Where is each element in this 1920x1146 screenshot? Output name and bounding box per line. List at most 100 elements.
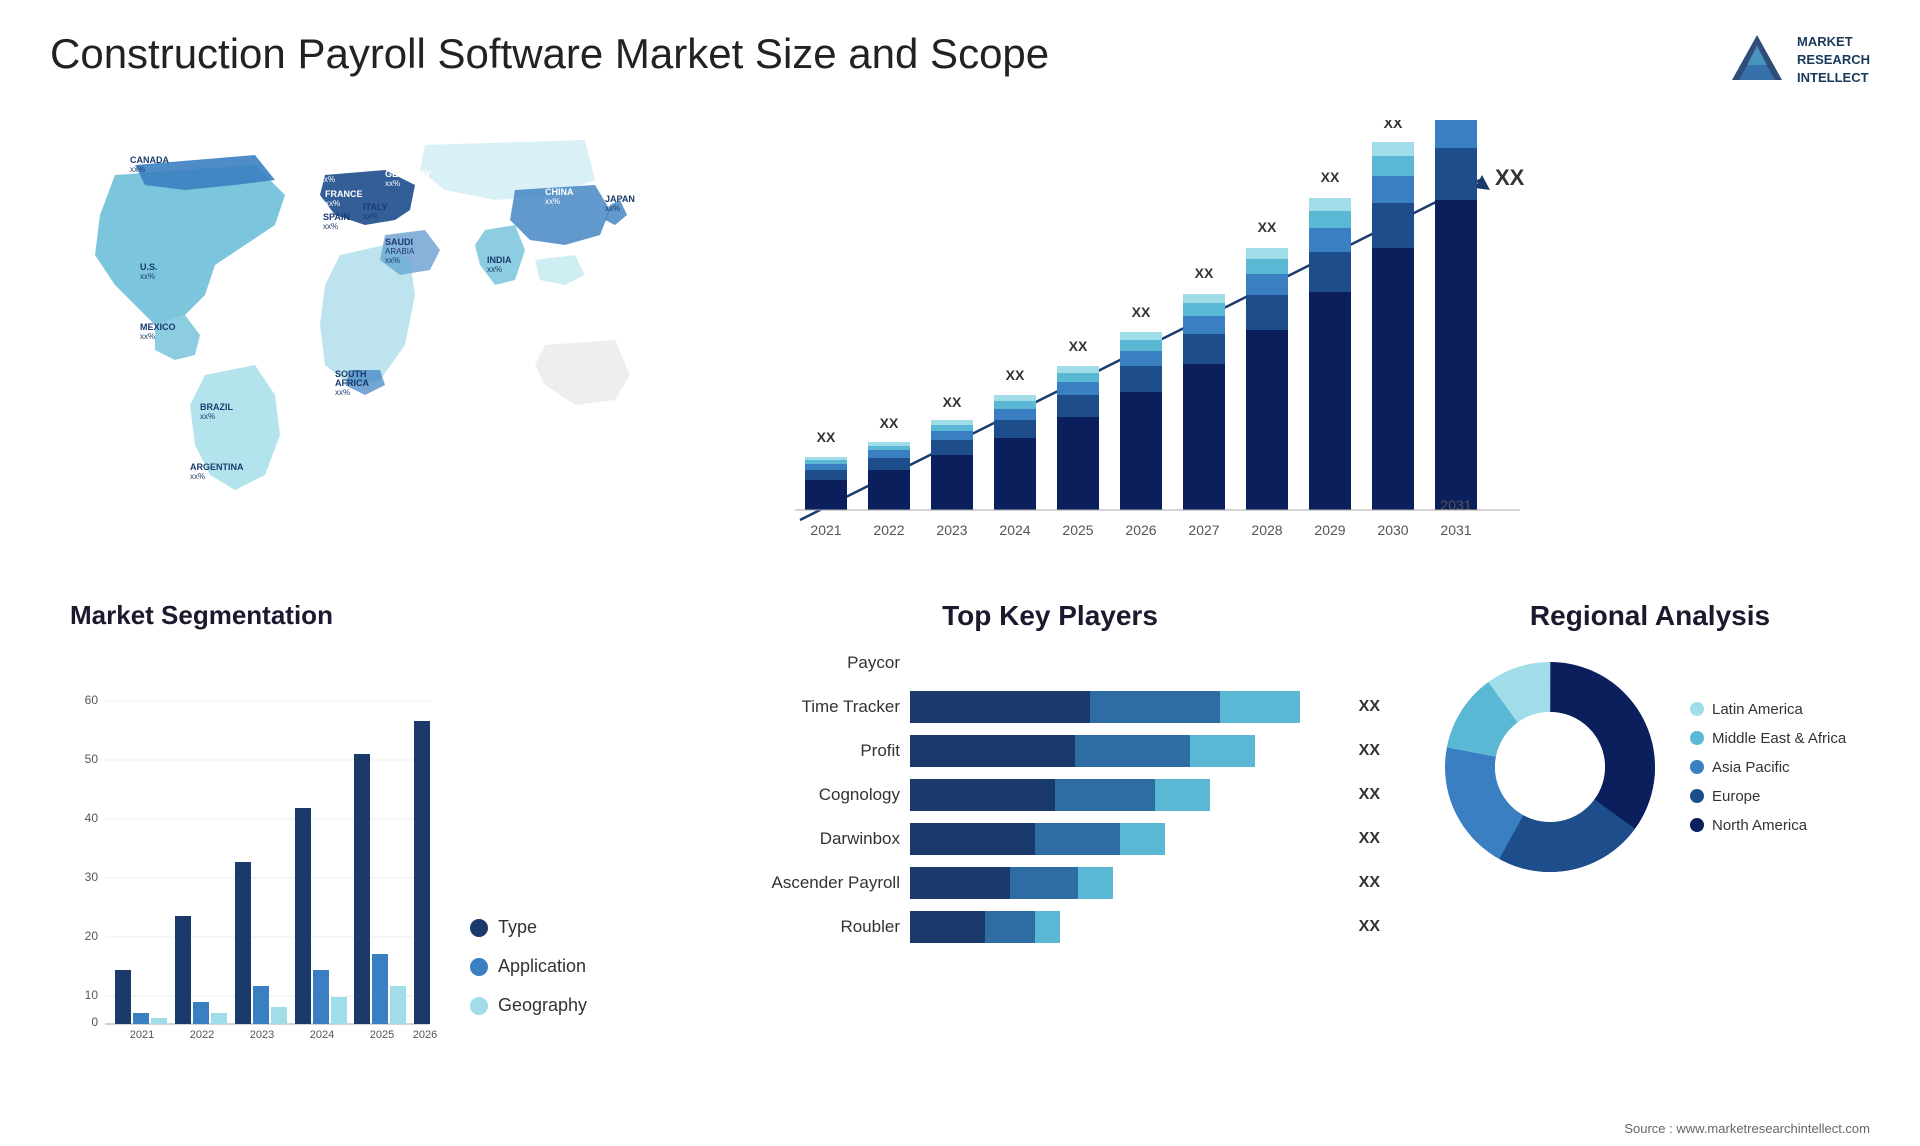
svg-text:CHINA: CHINA xyxy=(545,187,574,197)
player-name: Time Tracker xyxy=(720,697,900,717)
svg-text:SAUDI: SAUDI xyxy=(385,237,413,247)
europe-dot xyxy=(1690,789,1704,803)
bar-seg1 xyxy=(910,867,1010,899)
bar-seg3 xyxy=(1120,823,1165,855)
legend-asia-pacific: Asia Pacific xyxy=(1690,759,1846,776)
player-bar-container xyxy=(910,911,1341,943)
player-xx: XX xyxy=(1359,874,1380,892)
bar-seg3 xyxy=(1035,911,1060,943)
player-bar-container xyxy=(910,647,1380,679)
svg-text:2025: 2025 xyxy=(370,1029,394,1041)
svg-text:2021: 2021 xyxy=(810,522,841,538)
svg-text:BRAZIL: BRAZIL xyxy=(200,402,233,412)
svg-text:XX: XX xyxy=(1132,304,1151,320)
svg-text:SPAIN: SPAIN xyxy=(323,212,350,222)
svg-text:2022: 2022 xyxy=(190,1029,214,1041)
bar-seg1 xyxy=(910,691,1090,723)
world-map-svg: CANADA xx% U.S. xx% MEXICO xx% BRAZIL xx… xyxy=(55,115,675,535)
svg-text:XX: XX xyxy=(1006,367,1025,383)
player-bar xyxy=(910,823,1341,855)
legend-europe: Europe xyxy=(1690,788,1846,805)
svg-text:xx%: xx% xyxy=(325,199,340,208)
seg-chart-svg: 60 50 40 30 20 10 0 xyxy=(70,686,450,1046)
players-list: Paycor Time Tracker XX xyxy=(720,647,1380,943)
player-name: Roubler xyxy=(720,917,900,937)
svg-text:U.S.: U.S. xyxy=(140,262,158,272)
svg-text:60: 60 xyxy=(85,693,99,707)
legend-north-america: North America xyxy=(1690,817,1846,834)
svg-text:2025: 2025 xyxy=(1062,522,1093,538)
svg-text:2023: 2023 xyxy=(250,1029,274,1041)
player-row: Darwinbox XX xyxy=(720,823,1380,855)
svg-text:CANADA: CANADA xyxy=(130,155,169,165)
bar-seg1 xyxy=(910,735,1075,767)
svg-text:2027: 2027 xyxy=(1188,522,1219,538)
svg-text:0: 0 xyxy=(91,1015,98,1029)
svg-text:xx%: xx% xyxy=(335,388,350,397)
svg-text:50: 50 xyxy=(85,752,99,766)
latin-america-dot xyxy=(1690,702,1704,716)
svg-text:INDIA: INDIA xyxy=(487,255,512,265)
bar-seg3 xyxy=(1220,691,1300,723)
type-dot xyxy=(470,919,488,937)
svg-text:U.K.: U.K. xyxy=(320,165,338,175)
svg-text:XX: XX xyxy=(880,415,899,431)
player-bar xyxy=(910,779,1341,811)
player-row: Roubler XX xyxy=(720,911,1380,943)
svg-text:XX: XX xyxy=(1495,165,1525,190)
player-name: Paycor xyxy=(720,653,900,673)
type-label: Type xyxy=(498,917,537,938)
svg-text:30: 30 xyxy=(85,870,99,884)
svg-text:2024: 2024 xyxy=(310,1029,334,1041)
svg-text:2031: 2031 xyxy=(1440,522,1471,538)
donut-legend: Latin America Middle East & Africa Asia … xyxy=(1690,701,1846,834)
svg-text:XX: XX xyxy=(1321,169,1340,185)
bar-seg2 xyxy=(1035,823,1120,855)
svg-text:ARGENTINA: ARGENTINA xyxy=(190,462,244,472)
svg-text:xx%: xx% xyxy=(385,256,400,265)
geo-dot xyxy=(470,997,488,1015)
player-bar xyxy=(910,911,1341,943)
legend-latin-america: Latin America xyxy=(1690,701,1846,718)
header: Construction Payroll Software Market Siz… xyxy=(50,30,1870,90)
seg-legend: Type Application Geography xyxy=(470,917,587,1046)
asia-pacific-label: Asia Pacific xyxy=(1712,759,1790,776)
svg-text:2021: 2021 xyxy=(130,1029,154,1041)
player-xx: XX xyxy=(1359,742,1380,760)
svg-text:2024: 2024 xyxy=(999,522,1030,538)
player-bar-container xyxy=(910,867,1341,899)
svg-text:ARABIA: ARABIA xyxy=(385,247,415,256)
page-title: Construction Payroll Software Market Siz… xyxy=(50,30,1049,78)
svg-text:xx%: xx% xyxy=(545,197,560,206)
svg-text:XX: XX xyxy=(1069,338,1088,354)
svg-text:40: 40 xyxy=(85,811,99,825)
svg-text:xx%: xx% xyxy=(140,272,155,281)
player-bar-container xyxy=(910,691,1341,723)
player-name: Darwinbox xyxy=(720,829,900,849)
svg-text:GERMANY: GERMANY xyxy=(385,169,431,179)
latin-america-label: Latin America xyxy=(1712,701,1803,718)
bar-seg3 xyxy=(1190,735,1255,767)
player-bar xyxy=(910,691,1341,723)
player-name: Profit xyxy=(720,741,900,761)
svg-text:XX: XX xyxy=(817,429,836,445)
player-xx: XX xyxy=(1359,698,1380,716)
north-america-label: North America xyxy=(1712,817,1807,834)
player-row: Ascender Payroll XX xyxy=(720,867,1380,899)
svg-text:XX: XX xyxy=(943,394,962,410)
svg-text:xx%: xx% xyxy=(323,222,338,231)
player-row: Cognology XX xyxy=(720,779,1380,811)
bar-seg2 xyxy=(1090,691,1220,723)
bar-seg2 xyxy=(1010,867,1078,899)
seg-chart-wrapper: 60 50 40 30 20 10 0 xyxy=(70,646,670,1046)
svg-text:xx%: xx% xyxy=(320,175,335,184)
svg-text:XX: XX xyxy=(1258,219,1277,235)
svg-text:2026: 2026 xyxy=(413,1029,437,1041)
svg-text:xx%: xx% xyxy=(200,412,215,421)
europe-label: Europe xyxy=(1712,788,1760,805)
app-dot xyxy=(470,958,488,976)
bar-seg3 xyxy=(1155,779,1210,811)
bar-seg2 xyxy=(985,911,1035,943)
key-players-title: Top Key Players xyxy=(720,600,1380,632)
bar-seg2 xyxy=(1075,735,1190,767)
